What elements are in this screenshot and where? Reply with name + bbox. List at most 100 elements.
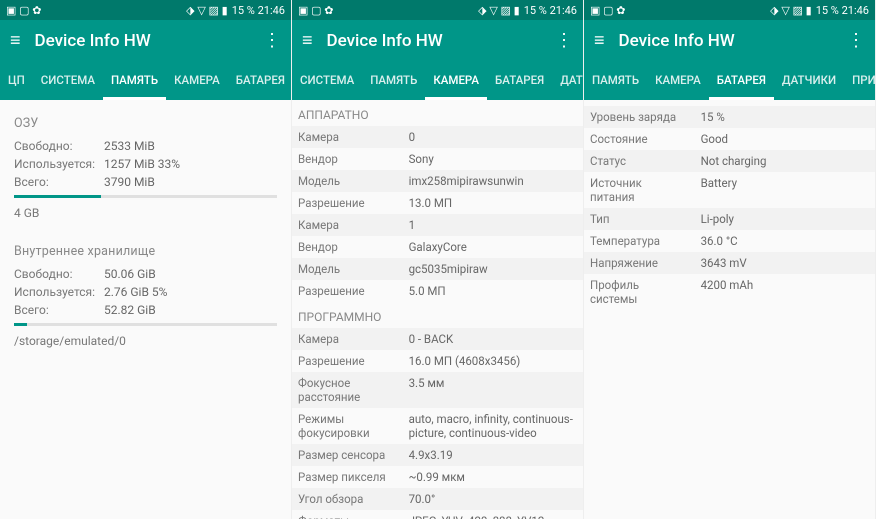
tab-батарея[interactable]: БАТАРЕЯ xyxy=(228,62,291,100)
storage-progress xyxy=(14,323,277,326)
tab-bar: ЦПСИСТЕМАПАМЯТЬКАМЕРАБАТАРЕЯ xyxy=(0,62,291,100)
menu-icon[interactable]: ≡ xyxy=(10,32,21,50)
table-row: Уровень заряда15 % xyxy=(584,106,875,128)
table-row: ВендорSony xyxy=(292,148,583,170)
status-bar: ▣ ▢ ✿ ⬗ ▽ ▨ ▮15 % 21:46 xyxy=(0,0,291,20)
table-row: СостояниеGood xyxy=(584,128,875,150)
content-memory: ОЗУ Свободно:2533 MiB Используется:1257 … xyxy=(0,100,291,519)
status-left-icons: ▣ ▢ ✿ xyxy=(590,4,625,17)
table-row: Камера0 - BACK xyxy=(292,328,583,350)
row-value: gc5035mipiraw xyxy=(403,258,583,280)
tab-батарея[interactable]: БАТАРЕЯ xyxy=(709,62,774,100)
row-label: Напряжение xyxy=(584,252,695,274)
app-bar: ≡ Device Info HW ⋮ xyxy=(0,20,291,62)
pane-battery: ▣ ▢ ✿ ⬗ ▽ ▨ ▮15 % 21:46 ≡ Device Info HW… xyxy=(584,0,876,519)
row-label: Модель xyxy=(292,258,403,280)
row-label: Модель xyxy=(292,170,403,192)
section-hardware: АППАРАТНО xyxy=(292,100,583,126)
tab-bar: ПАМЯТЬКАМЕРАБАТАРЕЯДАТЧИКИПРИЛ xyxy=(584,62,875,100)
row-label: Статус xyxy=(584,150,695,172)
row-label: Размер пикселя xyxy=(292,466,403,488)
software-table: Камера0 - BACKРазрешение16.0 МП (4608x34… xyxy=(292,328,583,519)
row-value: 16.0 МП (4608x3456) xyxy=(403,350,583,372)
menu-icon[interactable]: ≡ xyxy=(302,32,313,50)
row-label: Разрешение xyxy=(292,350,403,372)
storage-total-label: Всего: xyxy=(14,303,104,317)
tab-память[interactable]: ПАМЯТЬ xyxy=(103,62,166,100)
row-value: Battery xyxy=(695,172,875,208)
tab-система[interactable]: СИСТЕМА xyxy=(33,62,103,100)
overflow-icon[interactable]: ⋮ xyxy=(847,32,865,50)
tab-камера[interactable]: КАМЕРА xyxy=(425,62,487,100)
row-value: ~0.99 мкм xyxy=(403,466,583,488)
status-right: ⬗ ▽ ▨ ▮15 % 21:46 xyxy=(186,4,285,17)
status-bar: ▣ ▢ ✿ ⬗ ▽ ▨ ▮15 % 21:46 xyxy=(584,0,875,20)
row-value: 15 % xyxy=(695,106,875,128)
row-label: Форматы xyxy=(292,510,403,519)
section-software: ПРОГРАММНО xyxy=(292,302,583,328)
app-bar: ≡ Device Info HW ⋮ xyxy=(584,20,875,62)
table-row: Температура36.0 °C xyxy=(584,230,875,252)
tab-камера[interactable]: КАМЕРА xyxy=(647,62,709,100)
table-row: Разрешение16.0 МП (4608x3456) xyxy=(292,350,583,372)
row-label: Режимы фокусировки xyxy=(292,408,403,444)
row-value: imx258mipirawsunwin xyxy=(403,170,583,192)
row-label: Угол обзора xyxy=(292,488,403,510)
pane-camera: ▣ ▢ ✿ ⬗ ▽ ▨ ▮15 % 21:46 ≡ Device Info HW… xyxy=(292,0,584,519)
content-camera: АППАРАТНО Камера0ВендорSonyМодельimx258m… xyxy=(292,100,583,519)
row-label: Размер сенсора xyxy=(292,444,403,466)
row-label: Источник питания xyxy=(584,172,695,208)
table-row: Камера0 xyxy=(292,126,583,148)
ram-total-value: 3790 MiB xyxy=(104,175,155,189)
tab-система[interactable]: СИСТЕМА xyxy=(292,62,362,100)
row-label: Камера xyxy=(292,328,403,350)
tab-датчики[interactable]: ДАТЧИКИ xyxy=(774,62,844,100)
ram-total-label: Всего: xyxy=(14,175,104,189)
storage-free-value: 50.06 GiB xyxy=(104,267,156,281)
row-label: Разрешение xyxy=(292,192,403,214)
menu-icon[interactable]: ≡ xyxy=(594,32,605,50)
row-label: Камера xyxy=(292,214,403,236)
table-row: ВендорGalaxyCore xyxy=(292,236,583,258)
row-value: Sony xyxy=(403,148,583,170)
tab-датчики[interactable]: ДАТЧИКИ xyxy=(552,62,583,100)
tab-прил[interactable]: ПРИЛ xyxy=(844,62,875,100)
row-label: Разрешение xyxy=(292,280,403,302)
storage-total-value: 52.82 GiB xyxy=(104,303,156,317)
row-value: 5.0 МП xyxy=(403,280,583,302)
status-bar: ▣ ▢ ✿ ⬗ ▽ ▨ ▮15 % 21:46 xyxy=(292,0,583,20)
row-value: 0 xyxy=(403,126,583,148)
table-row: Разрешение13.0 МП xyxy=(292,192,583,214)
row-value: 4.9x3.19 xyxy=(403,444,583,466)
row-value: 3643 mV xyxy=(695,252,875,274)
table-row: Напряжение3643 mV xyxy=(584,252,875,274)
tab-камера[interactable]: КАМЕРА xyxy=(166,62,228,100)
tab-память[interactable]: ПАМЯТЬ xyxy=(362,62,425,100)
table-row: ТипLi-poly xyxy=(584,208,875,230)
ram-used-label: Используется: xyxy=(14,157,104,171)
pane-memory: ▣ ▢ ✿ ⬗ ▽ ▨ ▮15 % 21:46 ≡ Device Info HW… xyxy=(0,0,292,519)
row-value: Good xyxy=(695,128,875,150)
overflow-icon[interactable]: ⋮ xyxy=(263,32,281,50)
row-value: 0 - BACK xyxy=(403,328,583,350)
table-row: Профиль системы4200 mAh xyxy=(584,274,875,310)
section-ram: ОЗУ xyxy=(14,116,277,131)
table-row: Режимы фокусировкиauto, macro, infinity,… xyxy=(292,408,583,444)
row-label: Профиль системы xyxy=(584,274,695,310)
status-right: ⬗ ▽ ▨ ▮15 % 21:46 xyxy=(770,4,869,17)
row-value: auto, macro, infinity, continuous-pictur… xyxy=(403,408,583,444)
row-label: Вендор xyxy=(292,148,403,170)
row-label: Тип xyxy=(584,208,695,230)
tab-батарея[interactable]: БАТАРЕЯ xyxy=(487,62,552,100)
battery-table: Уровень заряда15 %СостояниеGoodСтатусNot… xyxy=(584,106,875,310)
table-row: Размер сенсора4.9x3.19 xyxy=(292,444,583,466)
tab-цп[interactable]: ЦП xyxy=(0,62,33,100)
tab-память[interactable]: ПАМЯТЬ xyxy=(584,62,647,100)
status-left-icons: ▣ ▢ ✿ xyxy=(6,4,41,17)
app-title: Device Info HW xyxy=(327,31,541,51)
hardware-table: Камера0ВендорSonyМодельimx258mipirawsunw… xyxy=(292,126,583,302)
row-label: Фокусное расстояние xyxy=(292,372,403,408)
row-value: 4200 mAh xyxy=(695,274,875,310)
status-right: ⬗ ▽ ▨ ▮15 % 21:46 xyxy=(478,4,577,17)
overflow-icon[interactable]: ⋮ xyxy=(555,32,573,50)
